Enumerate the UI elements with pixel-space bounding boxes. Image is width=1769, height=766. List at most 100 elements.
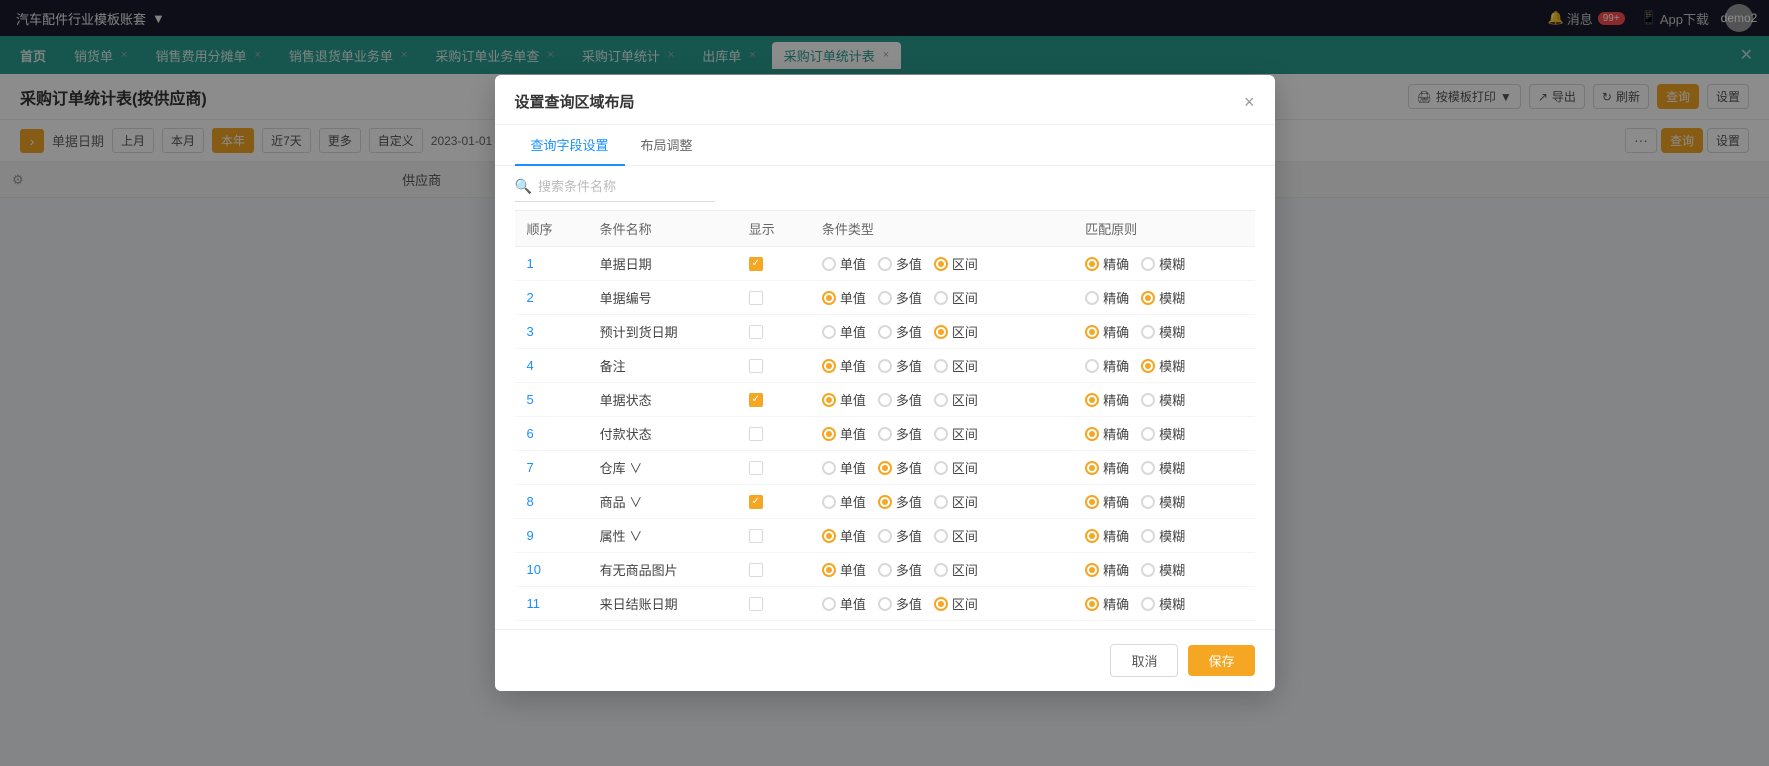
- row-match-rule-cell: 精确模糊: [1073, 315, 1254, 349]
- radio-type-单值[interactable]: 单值: [822, 424, 866, 443]
- radio-type-区间[interactable]: 区间: [934, 458, 978, 477]
- radio-type-区间[interactable]: 区间: [934, 594, 978, 613]
- radio-type-单值[interactable]: 单值: [822, 390, 866, 409]
- save-button[interactable]: 保存: [1188, 645, 1254, 676]
- radio-match-模糊[interactable]: 模糊: [1141, 560, 1185, 579]
- row-order-num: 5: [515, 383, 588, 417]
- radio-type-多值[interactable]: 多值: [878, 254, 922, 273]
- display-checkbox[interactable]: [749, 325, 763, 339]
- radio-type-单值[interactable]: 单值: [822, 322, 866, 341]
- radio-type-单值[interactable]: 单值: [822, 594, 866, 613]
- radio-match-精确[interactable]: 精确: [1085, 356, 1129, 375]
- row-order-num: 10: [515, 553, 588, 587]
- row-cond-type-cell: 单值多值区间: [810, 247, 1073, 281]
- radio-type-多值[interactable]: 多值: [878, 322, 922, 341]
- radio-match-精确[interactable]: 精确: [1085, 526, 1129, 545]
- radio-match-精确[interactable]: 精确: [1085, 492, 1129, 511]
- radio-type-多值[interactable]: 多值: [878, 356, 922, 375]
- radio-type-单值[interactable]: 单值: [822, 356, 866, 375]
- radio-type-区间[interactable]: 区间: [934, 390, 978, 409]
- row-match-rule-cell: 精确模糊: [1073, 281, 1254, 315]
- radio-circle: [878, 597, 892, 611]
- radio-type-单值[interactable]: 单值: [822, 254, 866, 273]
- row-cond-name: 预计到货日期: [588, 315, 737, 349]
- row-cond-type-cell: 单值多值区间: [810, 315, 1073, 349]
- radio-type-单值[interactable]: 单值: [822, 288, 866, 307]
- radio-match-精确[interactable]: 精确: [1085, 594, 1129, 613]
- row-order-num: 11: [515, 587, 588, 621]
- radio-match-精确[interactable]: 精确: [1085, 254, 1129, 273]
- radio-match-模糊[interactable]: 模糊: [1141, 288, 1185, 307]
- radio-type-多值[interactable]: 多值: [878, 458, 922, 477]
- row-order-num: 6: [515, 417, 588, 451]
- radio-circle: [878, 325, 892, 339]
- radio-match-精确[interactable]: 精确: [1085, 390, 1129, 409]
- radio-circle: [822, 495, 836, 509]
- display-checkbox[interactable]: [749, 291, 763, 305]
- radio-match-模糊[interactable]: 模糊: [1141, 390, 1185, 409]
- row-match-rule-cell: 精确模糊: [1073, 349, 1254, 383]
- radio-type-单值[interactable]: 单值: [822, 458, 866, 477]
- row-order-num: 7: [515, 451, 588, 485]
- radio-match-模糊[interactable]: 模糊: [1141, 424, 1185, 443]
- display-checkbox[interactable]: [749, 597, 763, 611]
- radio-match-模糊[interactable]: 模糊: [1141, 526, 1185, 545]
- radio-type-区间[interactable]: 区间: [934, 288, 978, 307]
- display-checkbox[interactable]: [749, 563, 763, 577]
- table-row: 10有无商品图片单值多值区间精确模糊: [515, 553, 1255, 587]
- radio-type-多值[interactable]: 多值: [878, 594, 922, 613]
- table-row: 11来日结账日期单值多值区间精确模糊: [515, 587, 1255, 621]
- table-row: 8商品 ∨单值多值区间精确模糊: [515, 485, 1255, 519]
- radio-match-精确[interactable]: 精确: [1085, 322, 1129, 341]
- radio-match-精确[interactable]: 精确: [1085, 560, 1129, 579]
- row-order-num: 2: [515, 281, 588, 315]
- radio-match-模糊[interactable]: 模糊: [1141, 594, 1185, 613]
- radio-type-单值[interactable]: 单值: [822, 526, 866, 545]
- display-checkbox[interactable]: [749, 257, 763, 271]
- radio-type-多值[interactable]: 多值: [878, 526, 922, 545]
- display-checkbox[interactable]: [749, 393, 763, 407]
- tab-query-fields[interactable]: 查询字段设置: [515, 125, 625, 166]
- display-checkbox[interactable]: [749, 529, 763, 543]
- radio-type-区间[interactable]: 区间: [934, 560, 978, 579]
- display-checkbox[interactable]: [749, 461, 763, 475]
- radio-match-精确[interactable]: 精确: [1085, 458, 1129, 477]
- row-cond-name: 付款状态: [588, 417, 737, 451]
- dialog-close-btn[interactable]: ×: [1244, 93, 1255, 111]
- radio-circle: [934, 325, 948, 339]
- display-checkbox[interactable]: [749, 495, 763, 509]
- condition-search-input[interactable]: [538, 179, 698, 194]
- radio-match-模糊[interactable]: 模糊: [1141, 254, 1185, 273]
- radio-type-多值[interactable]: 多值: [878, 492, 922, 511]
- radio-type-多值[interactable]: 多值: [878, 424, 922, 443]
- display-checkbox[interactable]: [749, 359, 763, 373]
- radio-match-模糊[interactable]: 模糊: [1141, 356, 1185, 375]
- radio-match-精确[interactable]: 精确: [1085, 288, 1129, 307]
- radio-match-模糊[interactable]: 模糊: [1141, 492, 1185, 511]
- radio-type-多值[interactable]: 多值: [878, 560, 922, 579]
- radio-circle: [934, 597, 948, 611]
- radio-circle: [1085, 597, 1099, 611]
- radio-type-单值[interactable]: 单值: [822, 560, 866, 579]
- radio-match-模糊[interactable]: 模糊: [1141, 458, 1185, 477]
- tab-layout-adjust[interactable]: 布局调整: [625, 125, 709, 166]
- radio-circle: [878, 393, 892, 407]
- radio-type-区间[interactable]: 区间: [934, 356, 978, 375]
- row-display-cell: [737, 451, 810, 485]
- radio-type-区间[interactable]: 区间: [934, 492, 978, 511]
- display-checkbox[interactable]: [749, 427, 763, 441]
- radio-match-精确[interactable]: 精确: [1085, 424, 1129, 443]
- radio-type-区间[interactable]: 区间: [934, 526, 978, 545]
- row-cond-type-cell: 单值多值区间: [810, 349, 1073, 383]
- radio-match-模糊[interactable]: 模糊: [1141, 322, 1185, 341]
- radio-type-多值[interactable]: 多值: [878, 288, 922, 307]
- radio-type-区间[interactable]: 区间: [934, 322, 978, 341]
- row-cond-name: 单据编号: [588, 281, 737, 315]
- radio-type-单值[interactable]: 单值: [822, 492, 866, 511]
- cancel-button[interactable]: 取消: [1110, 644, 1178, 677]
- radio-type-区间[interactable]: 区间: [934, 424, 978, 443]
- radio-type-区间[interactable]: 区间: [934, 254, 978, 273]
- radio-type-多值[interactable]: 多值: [878, 390, 922, 409]
- row-cond-type-cell: 单值多值区间: [810, 485, 1073, 519]
- radio-circle: [1141, 427, 1155, 441]
